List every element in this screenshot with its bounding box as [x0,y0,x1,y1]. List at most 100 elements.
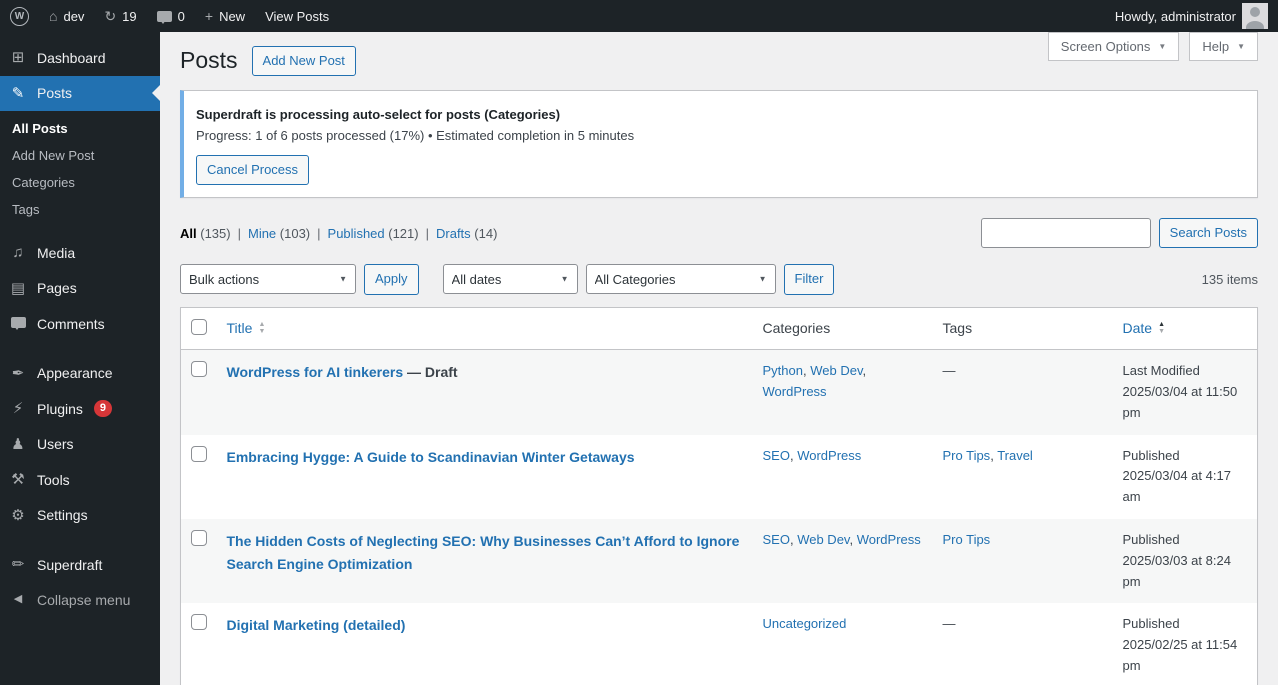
search-input[interactable] [980,218,1151,249]
screen-options-button[interactable]: Screen Options ▼ [1047,32,1180,61]
post-date-status: Published [1122,447,1180,463]
column-header-date[interactable]: Date ▲ ▼ [1112,307,1258,351]
column-label-title: Title [226,319,253,336]
post-title-link[interactable]: Digital Marketing (detailed) [227,617,406,633]
column-header-tags: Tags [932,307,1113,351]
sidebar-subitem-tags[interactable]: Tags [0,196,160,223]
cancel-process-button[interactable]: Cancel Process [196,155,310,186]
select-all-checkbox[interactable] [191,318,207,335]
post-date: Last Modified 2025/03/04 at 11:50 pm [1113,350,1258,435]
updates-menu[interactable]: ↻ 19 [94,0,146,32]
view-filter-count: (14) [474,225,498,241]
categories-filter-select[interactable]: All Categories [585,264,776,295]
sidebar-label-tools: Tools [37,471,70,488]
category-link[interactable]: SEO [763,448,790,463]
category-link[interactable]: Python [763,363,803,378]
column-header-title[interactable]: Title ▲ ▼ [216,307,753,351]
site-name-menu[interactable]: ⌂ dev [39,0,94,32]
sidebar-item-pages[interactable]: ▤ Pages [0,271,160,307]
sidebar-item-dashboard[interactable]: ⊞ Dashboard [0,40,160,76]
post-tags: — [942,363,956,379]
tag-link[interactable]: Pro Tips [943,448,991,463]
sidebar-subitem-categories[interactable]: Categories [0,169,160,196]
help-button[interactable]: Help ▼ [1189,32,1258,61]
posts-submenu: All Posts Add New Post Categories Tags [0,111,160,235]
category-link[interactable]: WordPress [763,384,827,399]
tag-link[interactable]: Pro Tips [943,532,991,547]
post-tags: — [942,616,956,632]
sidebar-item-plugins[interactable]: ⚡ Plugins 9 [0,391,160,427]
sort-arrows-icon: ▲ ▼ [258,321,266,336]
dates-filter-select[interactable]: All dates [442,264,578,295]
category-link[interactable]: Web Dev [810,363,862,378]
row-checkbox[interactable] [191,529,207,546]
view-filter-count: (121) [388,225,419,241]
pages-icon: ▤ [10,279,26,297]
view-filter-mine[interactable]: Mine (103) [248,226,310,241]
view-filter-count: (135) [200,225,231,241]
plugins-icon: ⚡ [12,400,24,417]
comments-menu[interactable]: 0 [147,0,195,32]
comments-count: 0 [177,8,185,24]
wordpress-logo-menu[interactable]: W [0,0,39,32]
view-filter-all[interactable]: All (135) [180,226,231,241]
add-new-post-button[interactable]: Add New Post [251,46,356,77]
category-link[interactable]: Web Dev [797,532,849,547]
view-filter-drafts[interactable]: Drafts (14) [436,226,497,241]
sidebar-item-posts[interactable]: ✎ Posts [0,75,160,111]
table-row: Digital Marketing (detailed) Uncategorize… [181,603,1258,685]
sidebar-label-collapse: Collapse menu [37,591,131,608]
row-checkbox[interactable] [191,614,207,631]
sidebar-label-settings: Settings [37,507,88,524]
sidebar-label-users: Users [37,436,74,453]
posts-table: Title ▲ ▼ Categories Tags Date ▲ ▼ WordPress… [180,306,1258,685]
row-checkbox[interactable] [191,445,207,462]
sidebar-item-superdraft[interactable]: ✏ Superdraft [0,547,160,583]
sidebar-item-appearance[interactable]: ✒ Appearance [0,356,160,392]
post-categories: Python, Web Dev, WordPress [762,363,867,399]
bulk-actions-select[interactable]: Bulk actions [180,264,356,295]
category-link[interactable]: WordPress [797,448,861,463]
comments-icon [8,314,28,334]
sidebar-label-appearance: Appearance [37,365,113,382]
view-filter-published[interactable]: Published (121) [328,226,419,241]
sidebar-item-users[interactable]: ♟ Users [0,427,160,463]
sidebar-separator [0,533,160,547]
sidebar-separator [0,342,160,356]
tag-link[interactable]: Travel [997,448,1033,463]
my-account-menu[interactable]: Howdy, administrator [1105,0,1278,32]
screen-options-label: Screen Options [1060,39,1151,54]
dashboard-icon: ⊞ [11,49,25,66]
category-link[interactable]: Uncategorized [763,616,847,631]
view-filters: All (135) | Mine (103) | Published (121) | Dra… [180,226,497,241]
comments-bubble-icon [156,10,172,24]
table-row: WordPress for AI tinkerers — Draft Python… [180,349,1258,435]
filter-button[interactable]: Filter [783,264,835,295]
sidebar-item-comments[interactable]: Comments [0,306,160,342]
post-tags: Pro Tips [933,519,1113,603]
home-icon: ⌂ [49,8,58,24]
post-title-link[interactable]: The Hidden Costs of Neglecting SEO: Why … [227,533,740,572]
sidebar-item-settings[interactable]: ⚙ Settings [0,498,160,534]
search-posts-button[interactable]: Search Posts [1158,218,1258,249]
new-content-menu[interactable]: + New [195,0,255,32]
sidebar-subitem-add-new-post[interactable]: Add New Post [0,142,160,169]
sidebar-item-media[interactable]: ♫ Media [0,235,160,271]
post-date: Published 2025/02/25 at 11:54 pm [1113,603,1258,685]
sidebar-subitem-all-posts[interactable]: All Posts [0,115,160,142]
sidebar-item-tools[interactable]: ⚒ Tools [0,462,160,498]
sidebar-label-posts: Posts [37,85,73,102]
new-label: New [219,8,246,24]
row-checkbox[interactable] [191,361,207,378]
category-link[interactable]: WordPress [857,532,921,547]
apply-button[interactable]: Apply [364,264,419,295]
superdraft-notice: Superdraft is processing auto-select for… [180,90,1258,199]
sidebar-label-pages: Pages [37,280,77,297]
sidebar-label-comments: Comments [37,315,105,332]
view-posts-menu[interactable]: View Posts [255,0,339,32]
category-link[interactable]: SEO [763,532,790,547]
sidebar-label-media: Media [37,244,76,261]
post-title-link[interactable]: Embracing Hygge: A Guide to Scandinavian… [227,449,635,465]
post-title-link[interactable]: WordPress for AI tinkerers [227,364,404,380]
sidebar-item-collapse-menu[interactable]: ◀ Collapse menu [0,583,160,617]
